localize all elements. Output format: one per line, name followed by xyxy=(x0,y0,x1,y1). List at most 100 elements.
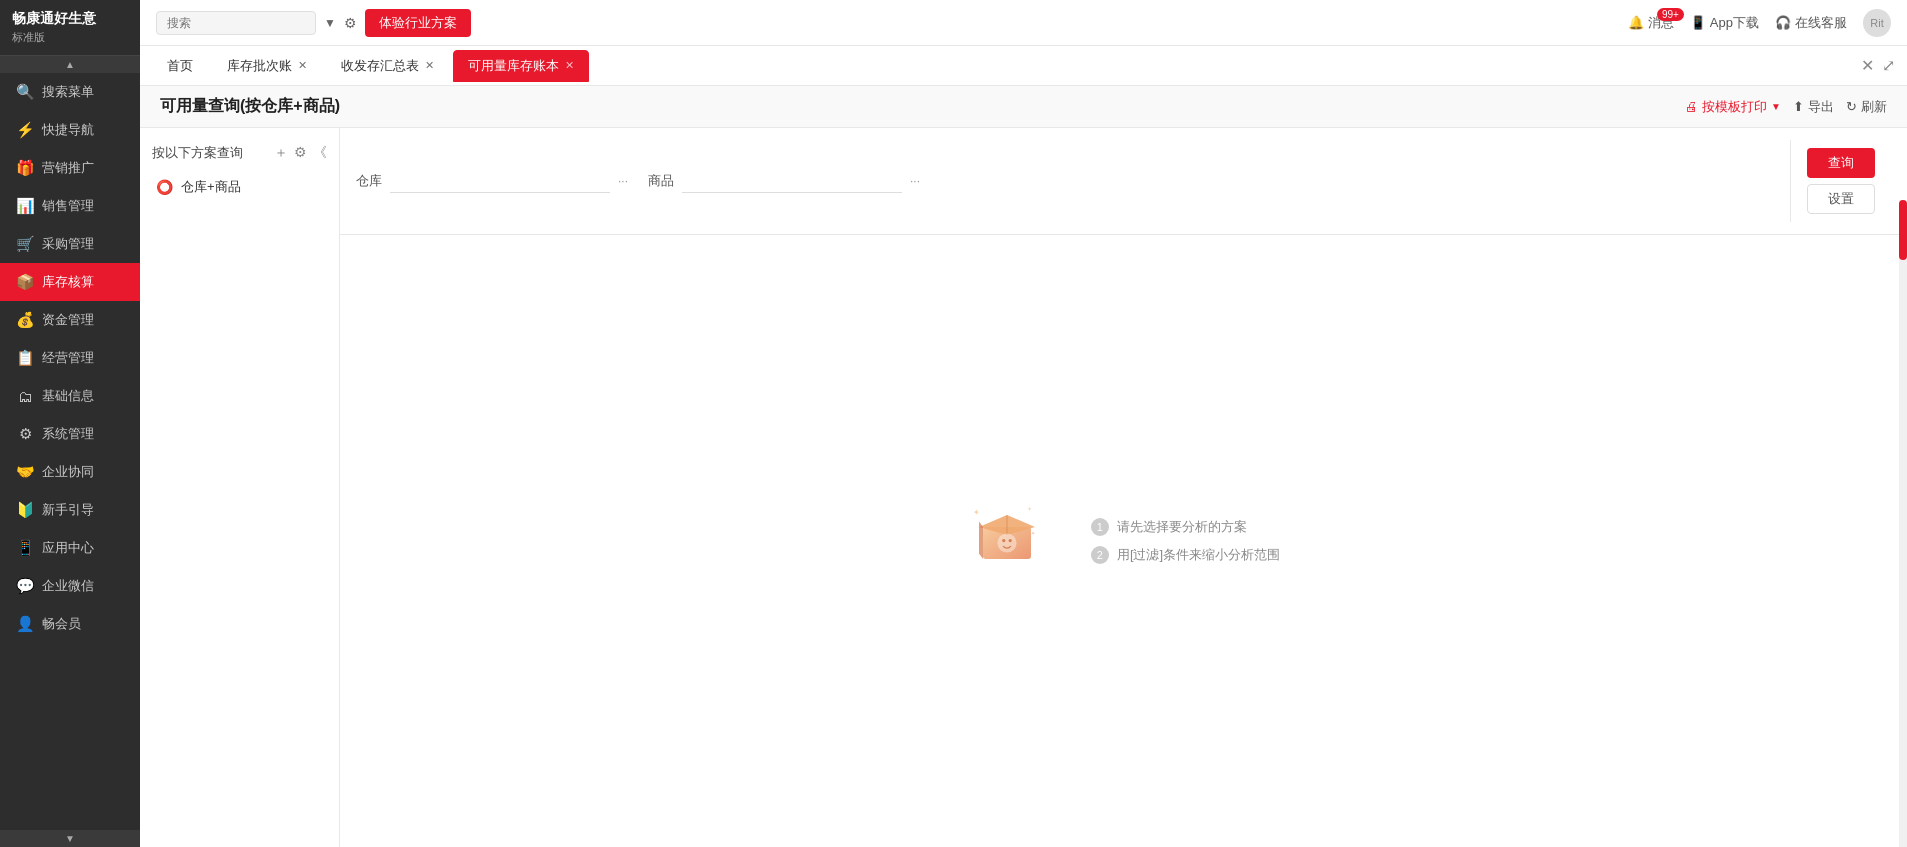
sidebar-item-member[interactable]: 👤 畅会员 xyxy=(0,605,140,643)
shortcut-icon: ⚡ xyxy=(16,121,34,139)
sidebar-label-sales: 销售管理 xyxy=(42,197,94,215)
system-icon: ⚙ xyxy=(16,425,34,443)
user-avatar[interactable]: Rit xyxy=(1863,9,1891,37)
sidebar-item-operations[interactable]: 📋 经营管理 xyxy=(0,339,140,377)
topbar-right: 🔔 消息 99+ 📱 App下载 🎧 在线客服 Rit xyxy=(1628,9,1891,37)
finance-icon: 💰 xyxy=(16,311,34,329)
filter-collapse-btn[interactable]: 《 xyxy=(313,144,327,162)
filter-settings-btn[interactable]: ⚙ xyxy=(294,144,307,162)
headset-icon: 🎧 xyxy=(1775,15,1791,30)
filter-item-icon: ⭕ xyxy=(156,179,173,195)
online-service-btn[interactable]: 🎧 在线客服 xyxy=(1775,14,1847,32)
warehouse-more-btn[interactable]: ··· xyxy=(618,174,628,188)
product-input[interactable] xyxy=(682,169,902,193)
filter-panel: 按以下方案查询 ＋ ⚙ 《 ⭕ 仓库+商品 xyxy=(140,128,340,847)
tab-summary-close[interactable]: ✕ xyxy=(425,59,434,72)
right-scrollbar[interactable] xyxy=(1899,200,1907,847)
query-panel: 仓库 ··· 商品 ··· 查询 设置 xyxy=(340,128,1907,847)
sidebar-item-base[interactable]: 🗂 基础信息 xyxy=(0,377,140,415)
tab-batch-close[interactable]: ✕ xyxy=(298,59,307,72)
sidebar-scroll-down[interactable]: ▼ xyxy=(0,830,140,847)
tab-close-all-icon[interactable]: ✕ xyxy=(1861,56,1874,75)
query-btn-area: 查询 设置 xyxy=(1790,140,1891,222)
sidebar-label-guide: 新手引导 xyxy=(42,501,94,519)
app-download-label: App下载 xyxy=(1710,14,1759,32)
sidebar-item-guide[interactable]: 🔰 新手引导 xyxy=(0,491,140,529)
print-btn[interactable]: 🖨 按模板打印 ▼ xyxy=(1685,98,1781,116)
print-icon: 🖨 xyxy=(1685,99,1698,114)
app-download-btn[interactable]: 📱 App下载 xyxy=(1690,14,1759,32)
filter-item-warehouse-product[interactable]: ⭕ 仓库+商品 xyxy=(140,170,339,204)
scrollbar-thumb[interactable] xyxy=(1899,200,1907,260)
tip-text-2: 用[过滤]条件来缩小分析范围 xyxy=(1117,546,1280,564)
sidebar-label-inventory: 库存核算 xyxy=(42,273,94,291)
print-label: 按模板打印 xyxy=(1702,98,1767,116)
tab-batch-label: 库存批次账 xyxy=(227,57,292,75)
sidebar-item-finance[interactable]: 💰 资金管理 xyxy=(0,301,140,339)
sidebar-item-purchase[interactable]: 🛒 采购管理 xyxy=(0,225,140,263)
base-icon: 🗂 xyxy=(16,388,34,405)
tab-home[interactable]: 首页 xyxy=(152,50,208,82)
operations-icon: 📋 xyxy=(16,349,34,367)
query-btn[interactable]: 查询 xyxy=(1807,148,1875,178)
svg-text:✦: ✦ xyxy=(1031,531,1035,536)
notification-badge: 99+ xyxy=(1657,8,1684,21)
notification-btn[interactable]: 🔔 消息 99+ xyxy=(1628,14,1674,32)
svg-point-6 xyxy=(1008,539,1011,542)
tab-batch[interactable]: 库存批次账 ✕ xyxy=(212,50,322,82)
svg-marker-2 xyxy=(979,521,983,559)
tab-expand-icon[interactable]: ⤢ xyxy=(1882,56,1895,75)
bell-icon: 🔔 xyxy=(1628,15,1644,30)
collab-icon: 🤝 xyxy=(16,463,34,481)
tab-available[interactable]: 可用量库存账本 ✕ xyxy=(453,50,589,82)
export-btn[interactable]: ⬆ 导出 xyxy=(1793,98,1834,116)
content-area: 按以下方案查询 ＋ ⚙ 《 ⭕ 仓库+商品 仓库 ··· xyxy=(140,128,1907,847)
sidebar: 畅康通好生意 标准版 ▲ 🔍 搜索菜单 ⚡ 快捷导航 🎁 营销推广 📊 销售管理… xyxy=(0,0,140,847)
page-title: 可用量查询(按仓库+商品) xyxy=(160,96,340,117)
user-name: Rit xyxy=(1870,17,1883,29)
main-content: ▼ ⚙ 体验行业方案 🔔 消息 99+ 📱 App下载 🎧 在线客服 Rit xyxy=(140,0,1907,847)
sidebar-item-inventory[interactable]: 📦 库存核算 xyxy=(0,263,140,301)
refresh-btn[interactable]: ↻ 刷新 xyxy=(1846,98,1887,116)
tab-summary[interactable]: 收发存汇总表 ✕ xyxy=(326,50,449,82)
topbar-gear-icon[interactable]: ⚙ xyxy=(344,15,357,31)
filter-add-btn[interactable]: ＋ xyxy=(274,144,288,162)
svg-text:✦: ✦ xyxy=(973,508,980,517)
sidebar-item-system[interactable]: ⚙ 系统管理 xyxy=(0,415,140,453)
tab-available-close[interactable]: ✕ xyxy=(565,59,574,72)
sidebar-item-shortcut[interactable]: ⚡ 快捷导航 xyxy=(0,111,140,149)
svg-point-5 xyxy=(1002,539,1005,542)
sidebar-label-member: 畅会员 xyxy=(42,615,81,633)
print-dropdown-icon: ▼ xyxy=(1771,101,1781,112)
sidebar-item-appcenter[interactable]: 📱 应用中心 xyxy=(0,529,140,567)
topbar-dropdown-icon[interactable]: ▼ xyxy=(324,16,336,30)
tip-num-2: 2 xyxy=(1091,546,1109,564)
wechat-icon: 💬 xyxy=(16,577,34,595)
settings-btn[interactable]: 设置 xyxy=(1807,184,1875,214)
empty-illustration: ✦ ✦ ✦ xyxy=(967,491,1067,591)
sidebar-label-wechat: 企业微信 xyxy=(42,577,94,595)
page-actions: 🖨 按模板打印 ▼ ⬆ 导出 ↻ 刷新 xyxy=(1685,98,1887,116)
export-label: 导出 xyxy=(1808,98,1834,116)
tab-home-label: 首页 xyxy=(167,57,193,75)
product-label: 商品 xyxy=(648,172,674,190)
filter-item-label: 仓库+商品 xyxy=(181,178,241,196)
guide-icon: 🔰 xyxy=(16,501,34,519)
inventory-icon: 📦 xyxy=(16,273,34,291)
sidebar-item-wechat[interactable]: 💬 企业微信 xyxy=(0,567,140,605)
member-icon: 👤 xyxy=(16,615,34,633)
industry-btn[interactable]: 体验行业方案 xyxy=(365,9,471,37)
sidebar-item-collab[interactable]: 🤝 企业协同 xyxy=(0,453,140,491)
topbar-search-input[interactable] xyxy=(156,11,316,35)
sidebar-item-search[interactable]: 🔍 搜索菜单 xyxy=(0,73,140,111)
marketing-icon: 🎁 xyxy=(16,159,34,177)
sidebar-item-sales[interactable]: 📊 销售管理 xyxy=(0,187,140,225)
sales-icon: 📊 xyxy=(16,197,34,215)
warehouse-input[interactable] xyxy=(390,169,610,193)
page-header: 可用量查询(按仓库+商品) 🖨 按模板打印 ▼ ⬆ 导出 ↻ 刷新 xyxy=(140,86,1907,128)
topbar: ▼ ⚙ 体验行业方案 🔔 消息 99+ 📱 App下载 🎧 在线客服 Rit xyxy=(140,0,1907,46)
product-more-btn[interactable]: ··· xyxy=(910,174,920,188)
sidebar-item-marketing[interactable]: 🎁 营销推广 xyxy=(0,149,140,187)
sidebar-scroll-up[interactable]: ▲ xyxy=(0,56,140,73)
sidebar-label-shortcut: 快捷导航 xyxy=(42,121,94,139)
